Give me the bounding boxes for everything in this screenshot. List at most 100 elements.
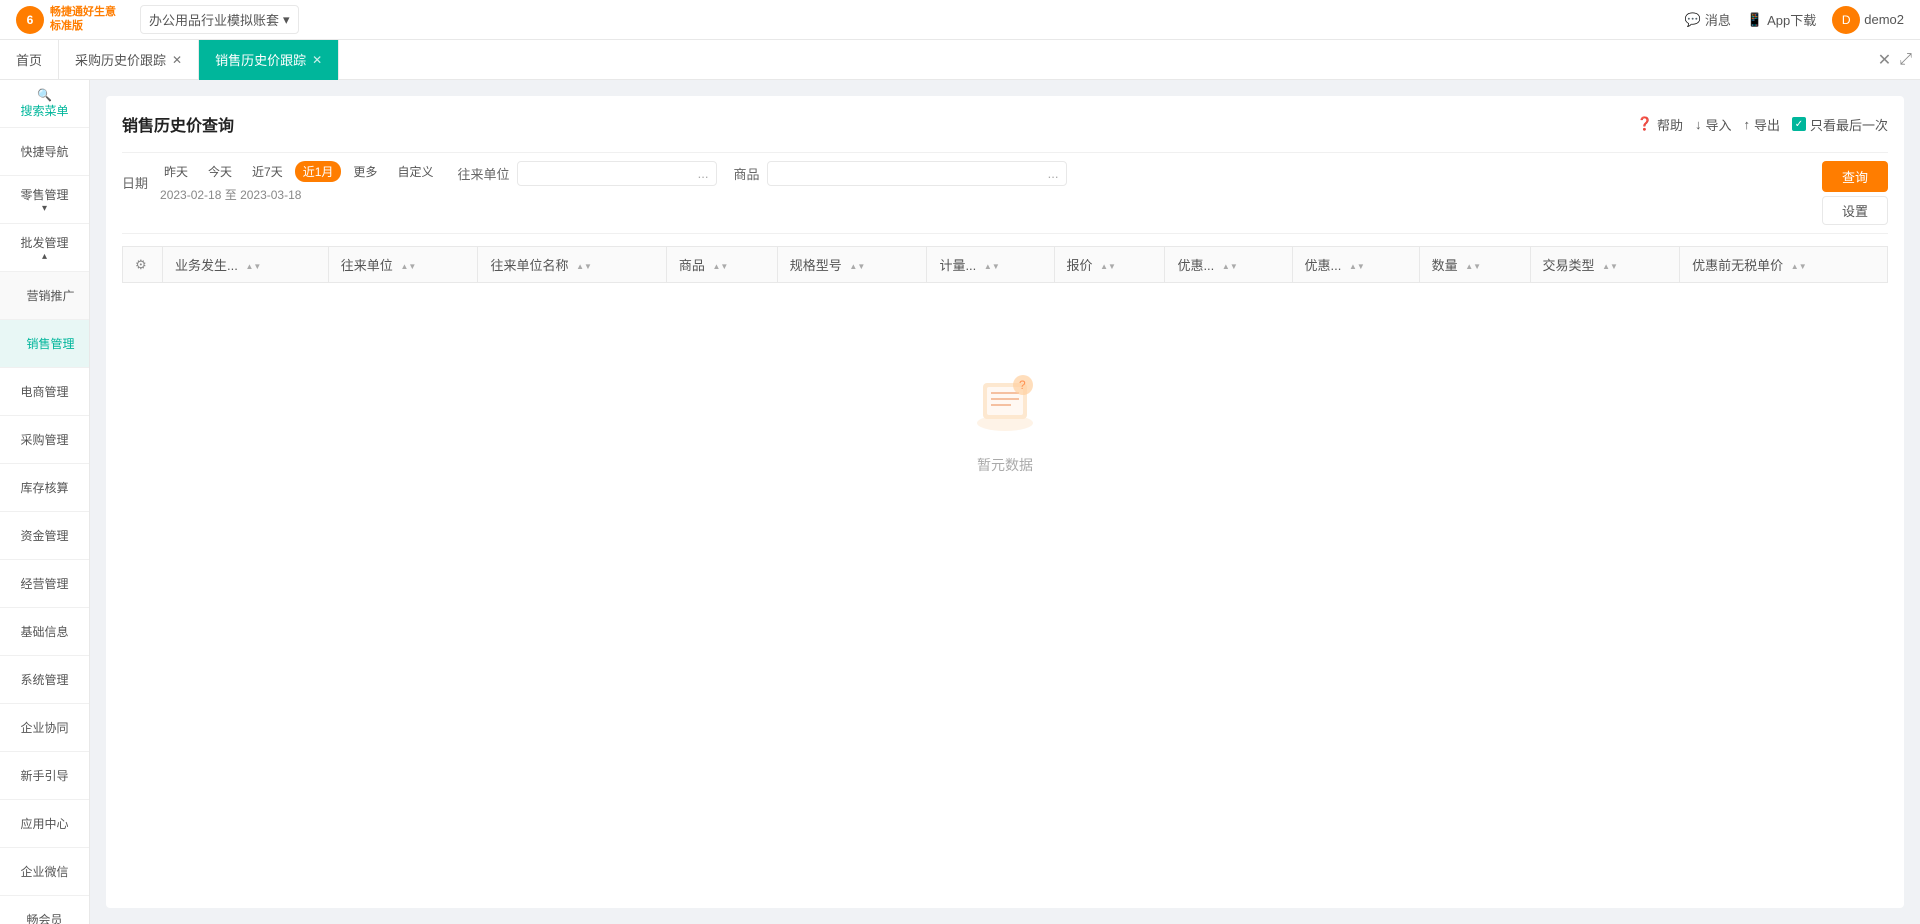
table-body: ? 暂元数据 [123, 283, 1888, 556]
date-range-display: 2023-02-18 至 2023-03-18 [160, 186, 441, 203]
date-option-1month[interactable]: 近1月 [295, 161, 342, 182]
sidebar-item-app-center[interactable]: 应用中心 [0, 800, 89, 848]
avatar: D [1832, 6, 1860, 34]
only-last-checkbox[interactable]: ✓ 只看最后一次 [1792, 115, 1888, 134]
company-selector[interactable]: 办公用品行业模拟账套 ▾ [140, 5, 299, 34]
tab-purchase-history[interactable]: 采购历史价跟踪 ✕ [59, 40, 199, 80]
sidebar-item-inventory-check[interactable]: 库存核算 [0, 464, 89, 512]
sidebar-item-enterprise-collab[interactable]: 企业协同 [0, 704, 89, 752]
help-icon: ❓ [1637, 116, 1653, 132]
query-button[interactable]: 查询 [1822, 161, 1888, 192]
sort-arrows-transaction-type: ▲▼ [1602, 262, 1618, 271]
sidebar-item-marketing-promo[interactable]: 营销推广 [0, 272, 89, 320]
col-biz-date[interactable]: 业务发生... ▲▼ [163, 247, 329, 283]
page-title: 销售历史价查询 [122, 112, 234, 136]
col-product[interactable]: 商品 ▲▼ [666, 247, 777, 283]
content-area: 销售历史价查询 ❓ 帮助 ↓ 导入 ↑ 导出 [90, 80, 1920, 924]
export-icon: ↑ [1743, 117, 1750, 132]
user-action[interactable]: D demo2 [1832, 6, 1904, 34]
sort-arrows-discount2: ▲▼ [1349, 262, 1365, 271]
tab-sales-history[interactable]: 销售历史价跟踪 ✕ [199, 40, 339, 80]
sidebar-item-finance-mgmt[interactable]: 资金管理 [0, 512, 89, 560]
window-close-btn[interactable]: ✕ [1878, 50, 1891, 70]
sidebar-item-system-mgmt[interactable]: 系统管理 [0, 656, 89, 704]
sort-arrows-discount1: ▲▼ [1222, 262, 1238, 271]
product-filter-group: 商品 ... [733, 161, 1067, 186]
tab-home[interactable]: 首页 [0, 40, 59, 80]
sidebar-item-retail-mgmt[interactable]: 零售管理 ▾ [0, 176, 89, 224]
col-spec[interactable]: 规格型号 ▲▼ [777, 247, 927, 283]
date-option-7days[interactable]: 近7天 [244, 161, 291, 182]
from-unit-input[interactable]: ... [517, 161, 717, 186]
sidebar-item-member[interactable]: 畅会员 [0, 896, 89, 924]
sidebar-item-ecommerce-mgmt[interactable]: 电商管理 [0, 368, 89, 416]
sidebar: 🔍 搜索菜单 快捷导航 零售管理 ▾ 批发管理 ▴ 营销推广 销售管理 电商管理… [0, 80, 90, 924]
col-settings: ⚙ [123, 247, 163, 283]
chevron-up-icon: ▴ [42, 251, 47, 262]
date-options: 昨天 今天 近7天 近1月 更多 自定义 [156, 161, 441, 182]
search-icon: 🔍 [37, 88, 52, 102]
col-unit[interactable]: 计量... ▲▼ [927, 247, 1054, 283]
settings-button[interactable]: 设置 [1822, 196, 1888, 225]
page-content: 销售历史价查询 ❓ 帮助 ↓ 导入 ↑ 导出 [90, 80, 1920, 924]
tab-purchase-history-close[interactable]: ✕ [172, 53, 182, 67]
window-maximize-btn[interactable]: ⤢ [1899, 51, 1912, 69]
page-card: 销售历史价查询 ❓ 帮助 ↓ 导入 ↑ 导出 [106, 96, 1904, 908]
message-icon: 💬 [1685, 12, 1701, 28]
sort-arrows-from-unit: ▲▼ [400, 262, 416, 271]
col-discount1[interactable]: 优惠... ▲▼ [1165, 247, 1292, 283]
export-link[interactable]: ↑ 导出 [1743, 115, 1780, 134]
import-icon: ↓ [1695, 117, 1702, 132]
sidebar-item-search-menu[interactable]: 🔍 搜索菜单 [0, 80, 89, 128]
chevron-down-icon: ▾ [283, 12, 290, 28]
page-header: 销售历史价查询 ❓ 帮助 ↓ 导入 ↑ 导出 [122, 112, 1888, 136]
col-quantity[interactable]: 数量 ▲▼ [1419, 247, 1530, 283]
help-link[interactable]: ❓ 帮助 [1637, 115, 1683, 134]
import-link[interactable]: ↓ 导入 [1695, 115, 1732, 134]
col-discount2[interactable]: 优惠... ▲▼ [1292, 247, 1419, 283]
col-from-unit[interactable]: 往来单位 ▲▼ [328, 247, 478, 283]
sort-arrows-quantity: ▲▼ [1465, 262, 1481, 271]
date-option-custom[interactable]: 自定义 [389, 161, 441, 182]
product-label: 商品 [733, 164, 759, 183]
col-transaction-type[interactable]: 交易类型 ▲▼ [1530, 247, 1680, 283]
sort-arrows-from-unit-name: ▲▼ [576, 262, 592, 271]
app-download-action[interactable]: 📱 App下载 [1747, 10, 1816, 29]
main-layout: 🔍 搜索菜单 快捷导航 零售管理 ▾ 批发管理 ▴ 营销推广 销售管理 电商管理… [0, 80, 1920, 924]
sidebar-item-basic-info[interactable]: 基础信息 [0, 608, 89, 656]
empty-icon: ? [965, 363, 1045, 443]
filter-actions: 查询 设置 [1822, 161, 1888, 225]
chevron-down-icon: ▾ [42, 203, 47, 214]
sidebar-item-enterprise-wechat[interactable]: 企业微信 [0, 848, 89, 896]
svg-text:?: ? [1019, 378, 1026, 392]
date-option-today[interactable]: 今天 [200, 161, 240, 182]
tab-bar: 首页 采购历史价跟踪 ✕ 销售历史价跟踪 ✕ ✕ ⤢ [0, 40, 1920, 80]
table-header: ⚙ 业务发生... ▲▼ 往来单位 ▲▼ 往来单位名称 [123, 247, 1888, 283]
sidebar-item-new-guide[interactable]: 新手引导 [0, 752, 89, 800]
col-from-unit-name[interactable]: 往来单位名称 ▲▼ [478, 247, 666, 283]
tab-sales-history-close[interactable]: ✕ [312, 53, 322, 67]
sidebar-item-quick-nav[interactable]: 快捷导航 [0, 128, 89, 176]
col-pre-discount-price[interactable]: 优惠前无税单价 ▲▼ [1680, 247, 1888, 283]
download-icon: 📱 [1747, 12, 1763, 28]
checkbox-icon: ✓ [1792, 117, 1806, 131]
sort-arrows-spec: ▲▼ [849, 262, 865, 271]
product-input[interactable]: ... [767, 161, 1067, 186]
sidebar-item-ops-mgmt[interactable]: 经营管理 [0, 560, 89, 608]
col-quote[interactable]: 报价 ▲▼ [1054, 247, 1165, 283]
header-right: 💬 消息 📱 App下载 D demo2 [1685, 6, 1904, 34]
gear-icon[interactable]: ⚙ [135, 257, 147, 272]
date-option-yesterday[interactable]: 昨天 [156, 161, 196, 182]
message-action[interactable]: 💬 消息 [1685, 10, 1731, 29]
date-option-more[interactable]: 更多 [345, 161, 385, 182]
sort-arrows-quote: ▲▼ [1100, 262, 1116, 271]
sidebar-item-wholesale-mgmt[interactable]: 批发管理 ▴ [0, 224, 89, 272]
empty-state-row: ? 暂元数据 [123, 283, 1888, 556]
date-filter-label: 日期 [122, 173, 148, 192]
header-left: 6 畅捷通好生意 标准版 办公用品行业模拟账套 ▾ [16, 5, 299, 34]
sidebar-item-purchase-mgmt[interactable]: 采购管理 [0, 416, 89, 464]
from-unit-filter-group: 往来单位 ... [457, 161, 717, 186]
logo-icon: 6 [16, 6, 44, 34]
sidebar-item-sales-mgmt[interactable]: 销售管理 [0, 320, 89, 368]
table-header-row: ⚙ 业务发生... ▲▼ 往来单位 ▲▼ 往来单位名称 [123, 247, 1888, 283]
